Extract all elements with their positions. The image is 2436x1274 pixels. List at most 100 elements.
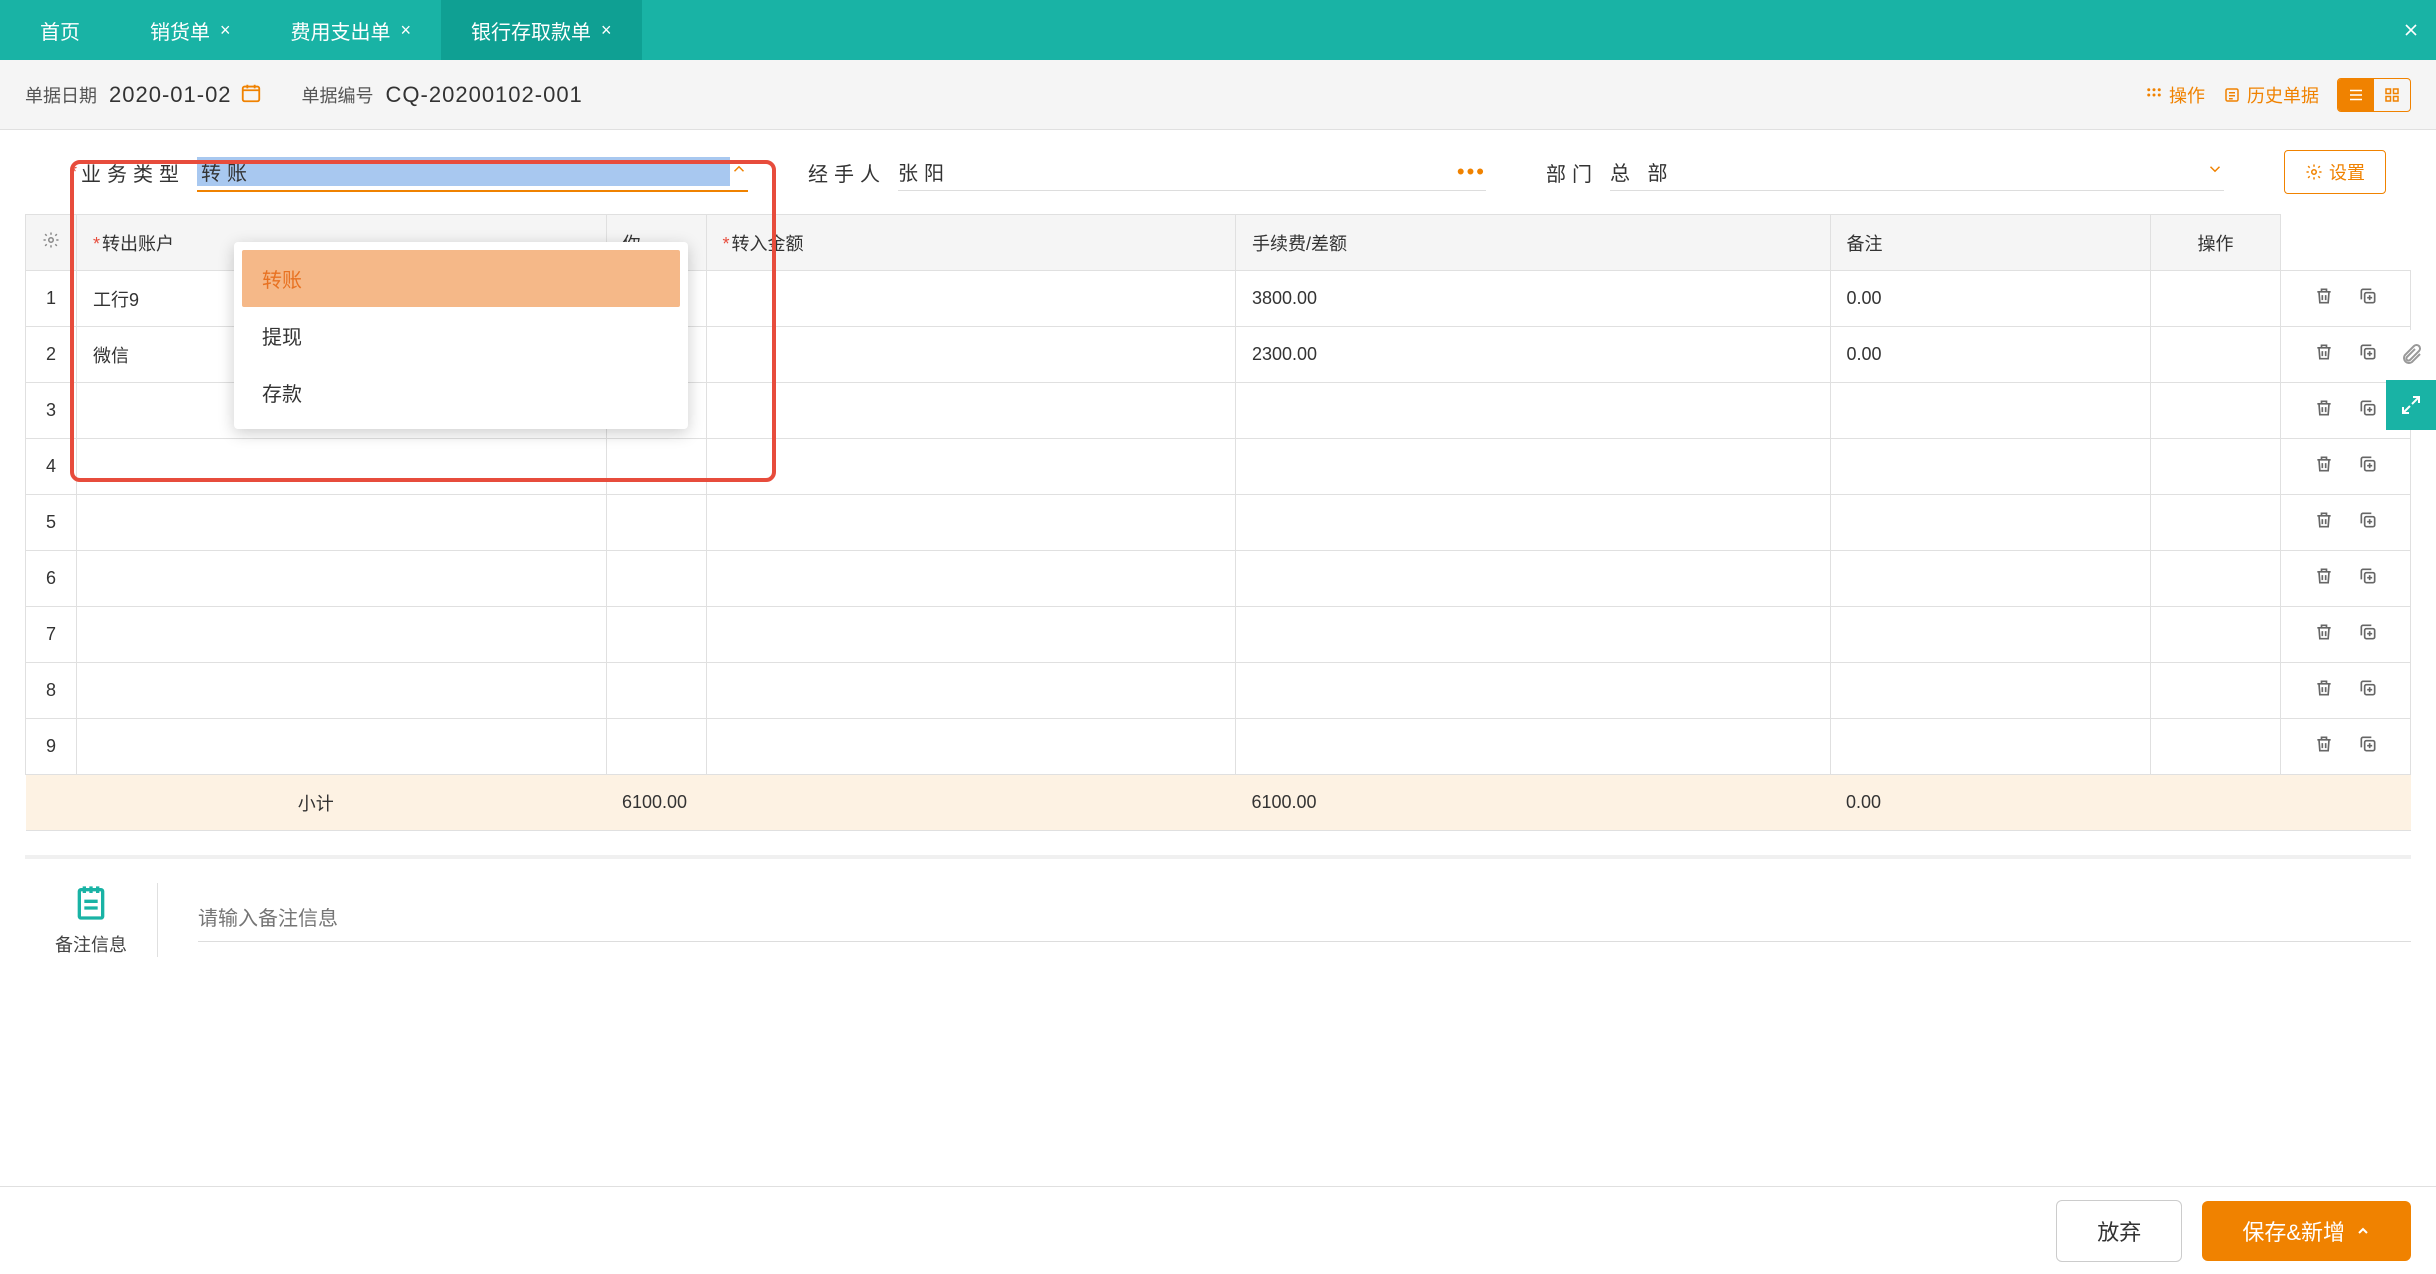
close-icon[interactable]: × [220, 20, 231, 41]
cell-in-account[interactable] [706, 271, 1236, 327]
date-value[interactable]: 2020-01-02 [109, 82, 232, 108]
chevron-up-icon[interactable] [730, 160, 748, 183]
cell-fee[interactable] [1830, 383, 2150, 439]
chevron-down-icon[interactable] [2206, 160, 2224, 183]
close-icon[interactable]: × [401, 20, 412, 41]
attachment-button[interactable] [2386, 330, 2436, 380]
cell-in-account[interactable] [706, 495, 1236, 551]
cell-in-account[interactable] [706, 551, 1236, 607]
copy-row-button[interactable] [2358, 566, 2378, 591]
close-panel-button[interactable] [2386, 0, 2436, 60]
copy-row-button[interactable] [2358, 622, 2378, 647]
table-row[interactable]: 7 [26, 607, 2411, 663]
cell-out-account[interactable] [77, 495, 607, 551]
handler-field[interactable]: 经手人 张阳 ••• [808, 153, 1486, 191]
biz-type-field[interactable]: * 业务类型 转账 [70, 153, 748, 192]
cell-out-amount[interactable] [606, 439, 706, 495]
table-row[interactable]: 4 [26, 439, 2411, 495]
cell-remark[interactable] [2151, 439, 2281, 495]
cell-in-account[interactable] [706, 607, 1236, 663]
delete-row-button[interactable] [2314, 454, 2334, 479]
save-button[interactable]: 保存&新增 [2202, 1201, 2411, 1261]
cell-out-account[interactable] [77, 607, 607, 663]
dropdown-item-withdraw[interactable]: 提现 [242, 307, 680, 364]
cell-out-amount[interactable] [606, 663, 706, 719]
cell-in-account[interactable] [706, 719, 1236, 775]
cell-fee[interactable] [1830, 663, 2150, 719]
tab-expense[interactable]: 费用支出单× [261, 0, 442, 60]
cell-in-amount[interactable] [1236, 551, 1831, 607]
delete-row-button[interactable] [2314, 622, 2334, 647]
dropdown-item-transfer[interactable]: 转账 [242, 250, 680, 307]
settings-button[interactable]: 设置 [2284, 150, 2386, 194]
history-button[interactable]: 历史单据 [2223, 82, 2319, 108]
more-icon[interactable]: ••• [1457, 159, 1486, 185]
table-row[interactable]: 8 [26, 663, 2411, 719]
view-grid-button[interactable] [2374, 79, 2410, 111]
gear-header[interactable] [26, 215, 77, 271]
copy-row-button[interactable] [2358, 342, 2378, 367]
cell-out-amount[interactable] [606, 719, 706, 775]
cell-out-amount[interactable] [606, 607, 706, 663]
copy-row-button[interactable] [2358, 286, 2378, 311]
cell-remark[interactable] [2151, 607, 2281, 663]
cell-in-amount[interactable]: 3800.00 [1236, 271, 1831, 327]
cell-remark[interactable] [2151, 719, 2281, 775]
cell-remark[interactable] [2151, 271, 2281, 327]
copy-row-button[interactable] [2358, 734, 2378, 759]
delete-row-button[interactable] [2314, 286, 2334, 311]
cell-in-account[interactable] [706, 439, 1236, 495]
cell-in-amount[interactable] [1236, 607, 1831, 663]
cell-out-amount[interactable] [606, 495, 706, 551]
cell-fee[interactable] [1830, 495, 2150, 551]
cell-fee[interactable]: 0.00 [1830, 327, 2150, 383]
cell-remark[interactable] [2151, 663, 2281, 719]
delete-row-button[interactable] [2314, 510, 2334, 535]
copy-row-button[interactable] [2358, 454, 2378, 479]
cell-in-account[interactable] [706, 383, 1236, 439]
tab-sales[interactable]: 销货单× [120, 0, 261, 60]
cell-out-account[interactable] [77, 663, 607, 719]
view-list-button[interactable] [2338, 79, 2374, 111]
cell-in-amount[interactable] [1236, 383, 1831, 439]
cell-remark[interactable] [2151, 551, 2281, 607]
remarks-input[interactable] [198, 908, 2411, 931]
delete-row-button[interactable] [2314, 398, 2334, 423]
table-row[interactable]: 6 [26, 551, 2411, 607]
delete-row-button[interactable] [2314, 678, 2334, 703]
copy-row-button[interactable] [2358, 398, 2378, 423]
cell-remark[interactable] [2151, 383, 2281, 439]
cell-out-account[interactable] [77, 719, 607, 775]
cell-in-amount[interactable]: 2300.00 [1236, 327, 1831, 383]
cell-remark[interactable] [2151, 327, 2281, 383]
cancel-button[interactable]: 放弃 [2056, 1200, 2182, 1262]
ops-button[interactable]: 操作 [2145, 82, 2205, 108]
cell-in-amount[interactable] [1236, 495, 1831, 551]
copy-row-button[interactable] [2358, 678, 2378, 703]
cell-fee[interactable] [1830, 607, 2150, 663]
cell-remark[interactable] [2151, 495, 2281, 551]
delete-row-button[interactable] [2314, 566, 2334, 591]
cell-out-account[interactable] [77, 551, 607, 607]
cell-in-amount[interactable] [1236, 663, 1831, 719]
cell-fee[interactable] [1830, 551, 2150, 607]
table-row[interactable]: 9 [26, 719, 2411, 775]
table-row[interactable]: 5 [26, 495, 2411, 551]
delete-row-button[interactable] [2314, 342, 2334, 367]
dept-field[interactable]: 部门 总 部 [1546, 153, 2224, 191]
dropdown-item-deposit[interactable]: 存款 [242, 364, 680, 421]
delete-row-button[interactable] [2314, 734, 2334, 759]
copy-row-button[interactable] [2358, 510, 2378, 535]
close-icon[interactable]: × [601, 20, 612, 41]
tab-bank[interactable]: 银行存取款单× [441, 0, 642, 60]
cell-out-amount[interactable] [606, 551, 706, 607]
calendar-icon[interactable] [240, 82, 262, 107]
cell-in-amount[interactable] [1236, 439, 1831, 495]
tab-home[interactable]: 首页 [0, 0, 120, 60]
cell-fee[interactable]: 0.00 [1830, 271, 2150, 327]
cell-in-account[interactable] [706, 327, 1236, 383]
cell-fee[interactable] [1830, 439, 2150, 495]
cell-in-account[interactable] [706, 663, 1236, 719]
cell-fee[interactable] [1830, 719, 2150, 775]
expand-button[interactable] [2386, 380, 2436, 430]
